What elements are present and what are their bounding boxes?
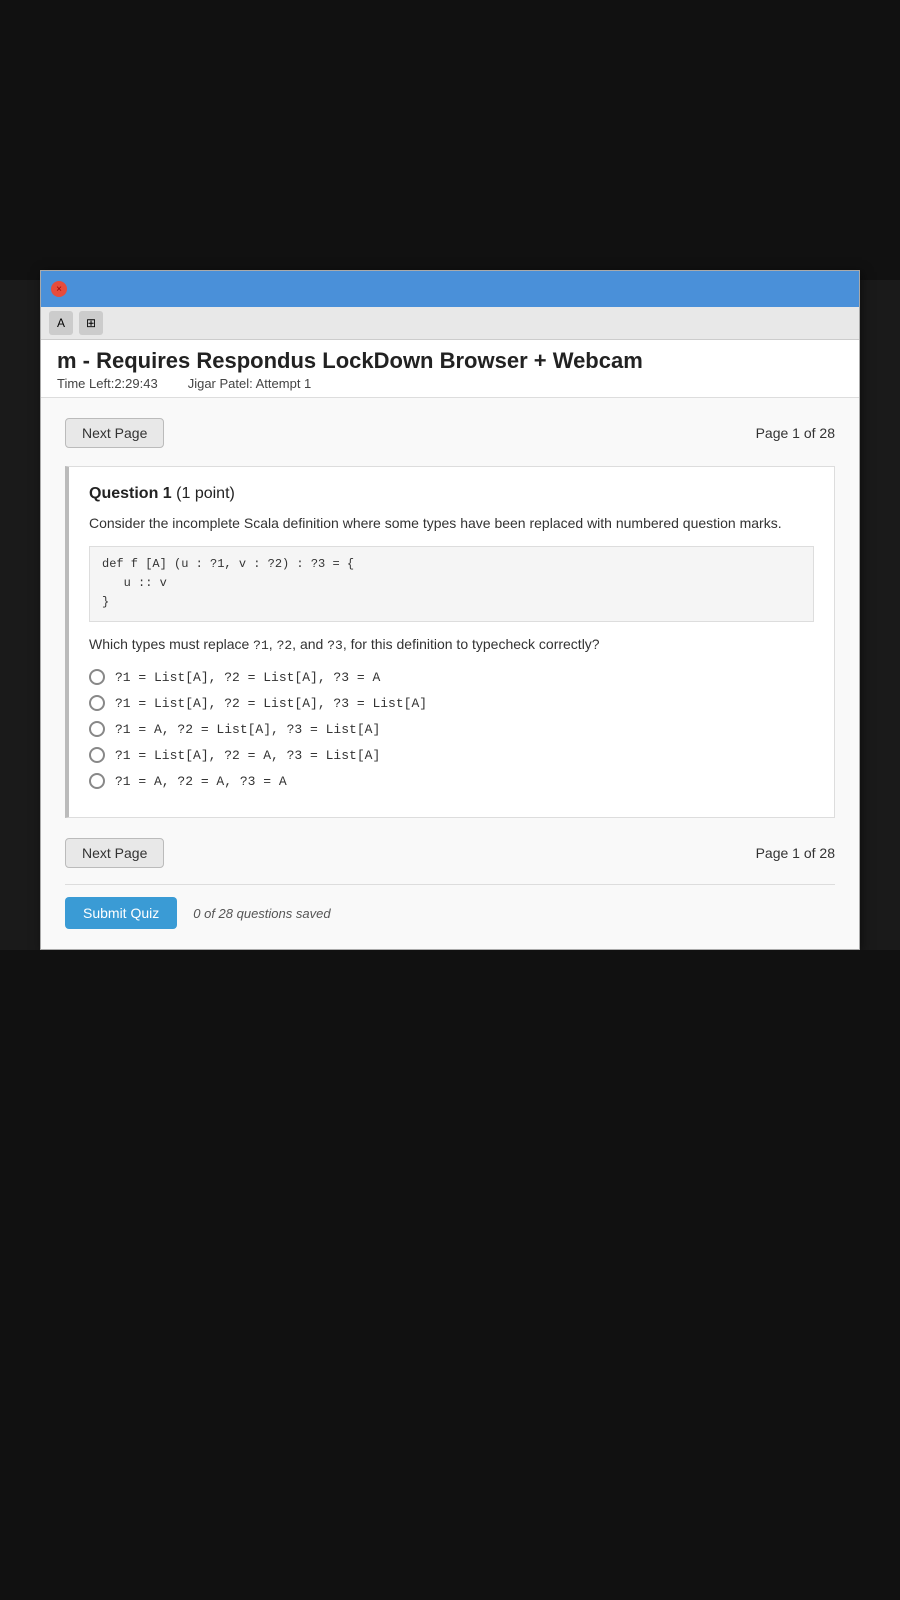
- next-page-button-bottom[interactable]: Next Page: [65, 838, 164, 868]
- page-info-bottom: Page 1 of 28: [756, 845, 835, 861]
- option-label-3: ?1 = A, ?2 = List[A], ?3 = List[A]: [115, 722, 380, 737]
- question-block: Question 1 (1 point) Consider the incomp…: [65, 466, 835, 818]
- time-left: Time Left:2:29:43: [57, 376, 158, 391]
- code-line-3: }: [102, 593, 801, 612]
- saved-status: 0 of 28 questions saved: [193, 906, 330, 921]
- submit-quiz-button[interactable]: Submit Quiz: [65, 897, 177, 929]
- code-line-1: def f [A] (u : ?1, v : ?2) : ?3 = {: [102, 555, 801, 574]
- browser-close-button[interactable]: ×: [51, 281, 67, 297]
- exam-header: m - Requires Respondus LockDown Browser …: [41, 340, 859, 398]
- question-title: Question 1 (1 point): [89, 485, 814, 503]
- code-block: def f [A] (u : ?1, v : ?2) : ?3 = { u ::…: [89, 546, 814, 622]
- option-item: ?1 = List[A], ?2 = A, ?3 = List[A]: [89, 747, 814, 763]
- question-points: (1 point): [176, 485, 235, 502]
- next-page-button-top[interactable]: Next Page: [65, 418, 164, 448]
- option-label-4: ?1 = List[A], ?2 = A, ?3 = List[A]: [115, 748, 380, 763]
- page-nav-top: Next Page Page 1 of 28: [65, 418, 835, 448]
- toolbar: A ⊞: [41, 307, 859, 340]
- grid-icon[interactable]: ⊞: [79, 311, 103, 335]
- options-list: ?1 = List[A], ?2 = List[A], ?3 = A ?1 = …: [89, 669, 814, 789]
- submit-row: Submit Quiz 0 of 28 questions saved: [65, 884, 835, 929]
- option-radio-3[interactable]: [89, 721, 105, 737]
- code-line-2: u :: v: [102, 574, 801, 593]
- option-label-2: ?1 = List[A], ?2 = List[A], ?3 = List[A]: [115, 696, 427, 711]
- which-types-text: Which types must replace ?1, ?2, and ?3,…: [89, 634, 814, 656]
- option-radio-1[interactable]: [89, 669, 105, 685]
- quiz-content: Next Page Page 1 of 28 Question 1 (1 poi…: [41, 398, 859, 949]
- exam-meta: Time Left:2:29:43 Jigar Patel: Attempt 1: [57, 376, 843, 391]
- option-item: ?1 = A, ?2 = List[A], ?3 = List[A]: [89, 721, 814, 737]
- option-radio-5[interactable]: [89, 773, 105, 789]
- exam-title: m - Requires Respondus LockDown Browser …: [57, 348, 843, 374]
- option-item: ?1 = List[A], ?2 = List[A], ?3 = List[A]: [89, 695, 814, 711]
- page-nav-bottom: Next Page Page 1 of 28: [65, 838, 835, 868]
- option-radio-4[interactable]: [89, 747, 105, 763]
- student-info: Jigar Patel: Attempt 1: [188, 376, 312, 391]
- option-radio-2[interactable]: [89, 695, 105, 711]
- doc-icon[interactable]: A: [49, 311, 73, 335]
- close-label: ×: [56, 284, 62, 295]
- option-item: ?1 = List[A], ?2 = List[A], ?3 = A: [89, 669, 814, 685]
- option-label-1: ?1 = List[A], ?2 = List[A], ?3 = A: [115, 670, 380, 685]
- page-info-top: Page 1 of 28: [756, 425, 835, 441]
- option-item: ?1 = A, ?2 = A, ?3 = A: [89, 773, 814, 789]
- option-label-5: ?1 = A, ?2 = A, ?3 = A: [115, 774, 287, 789]
- question-number: Question 1: [89, 485, 172, 502]
- question-description: Consider the incomplete Scala definition…: [89, 513, 814, 534]
